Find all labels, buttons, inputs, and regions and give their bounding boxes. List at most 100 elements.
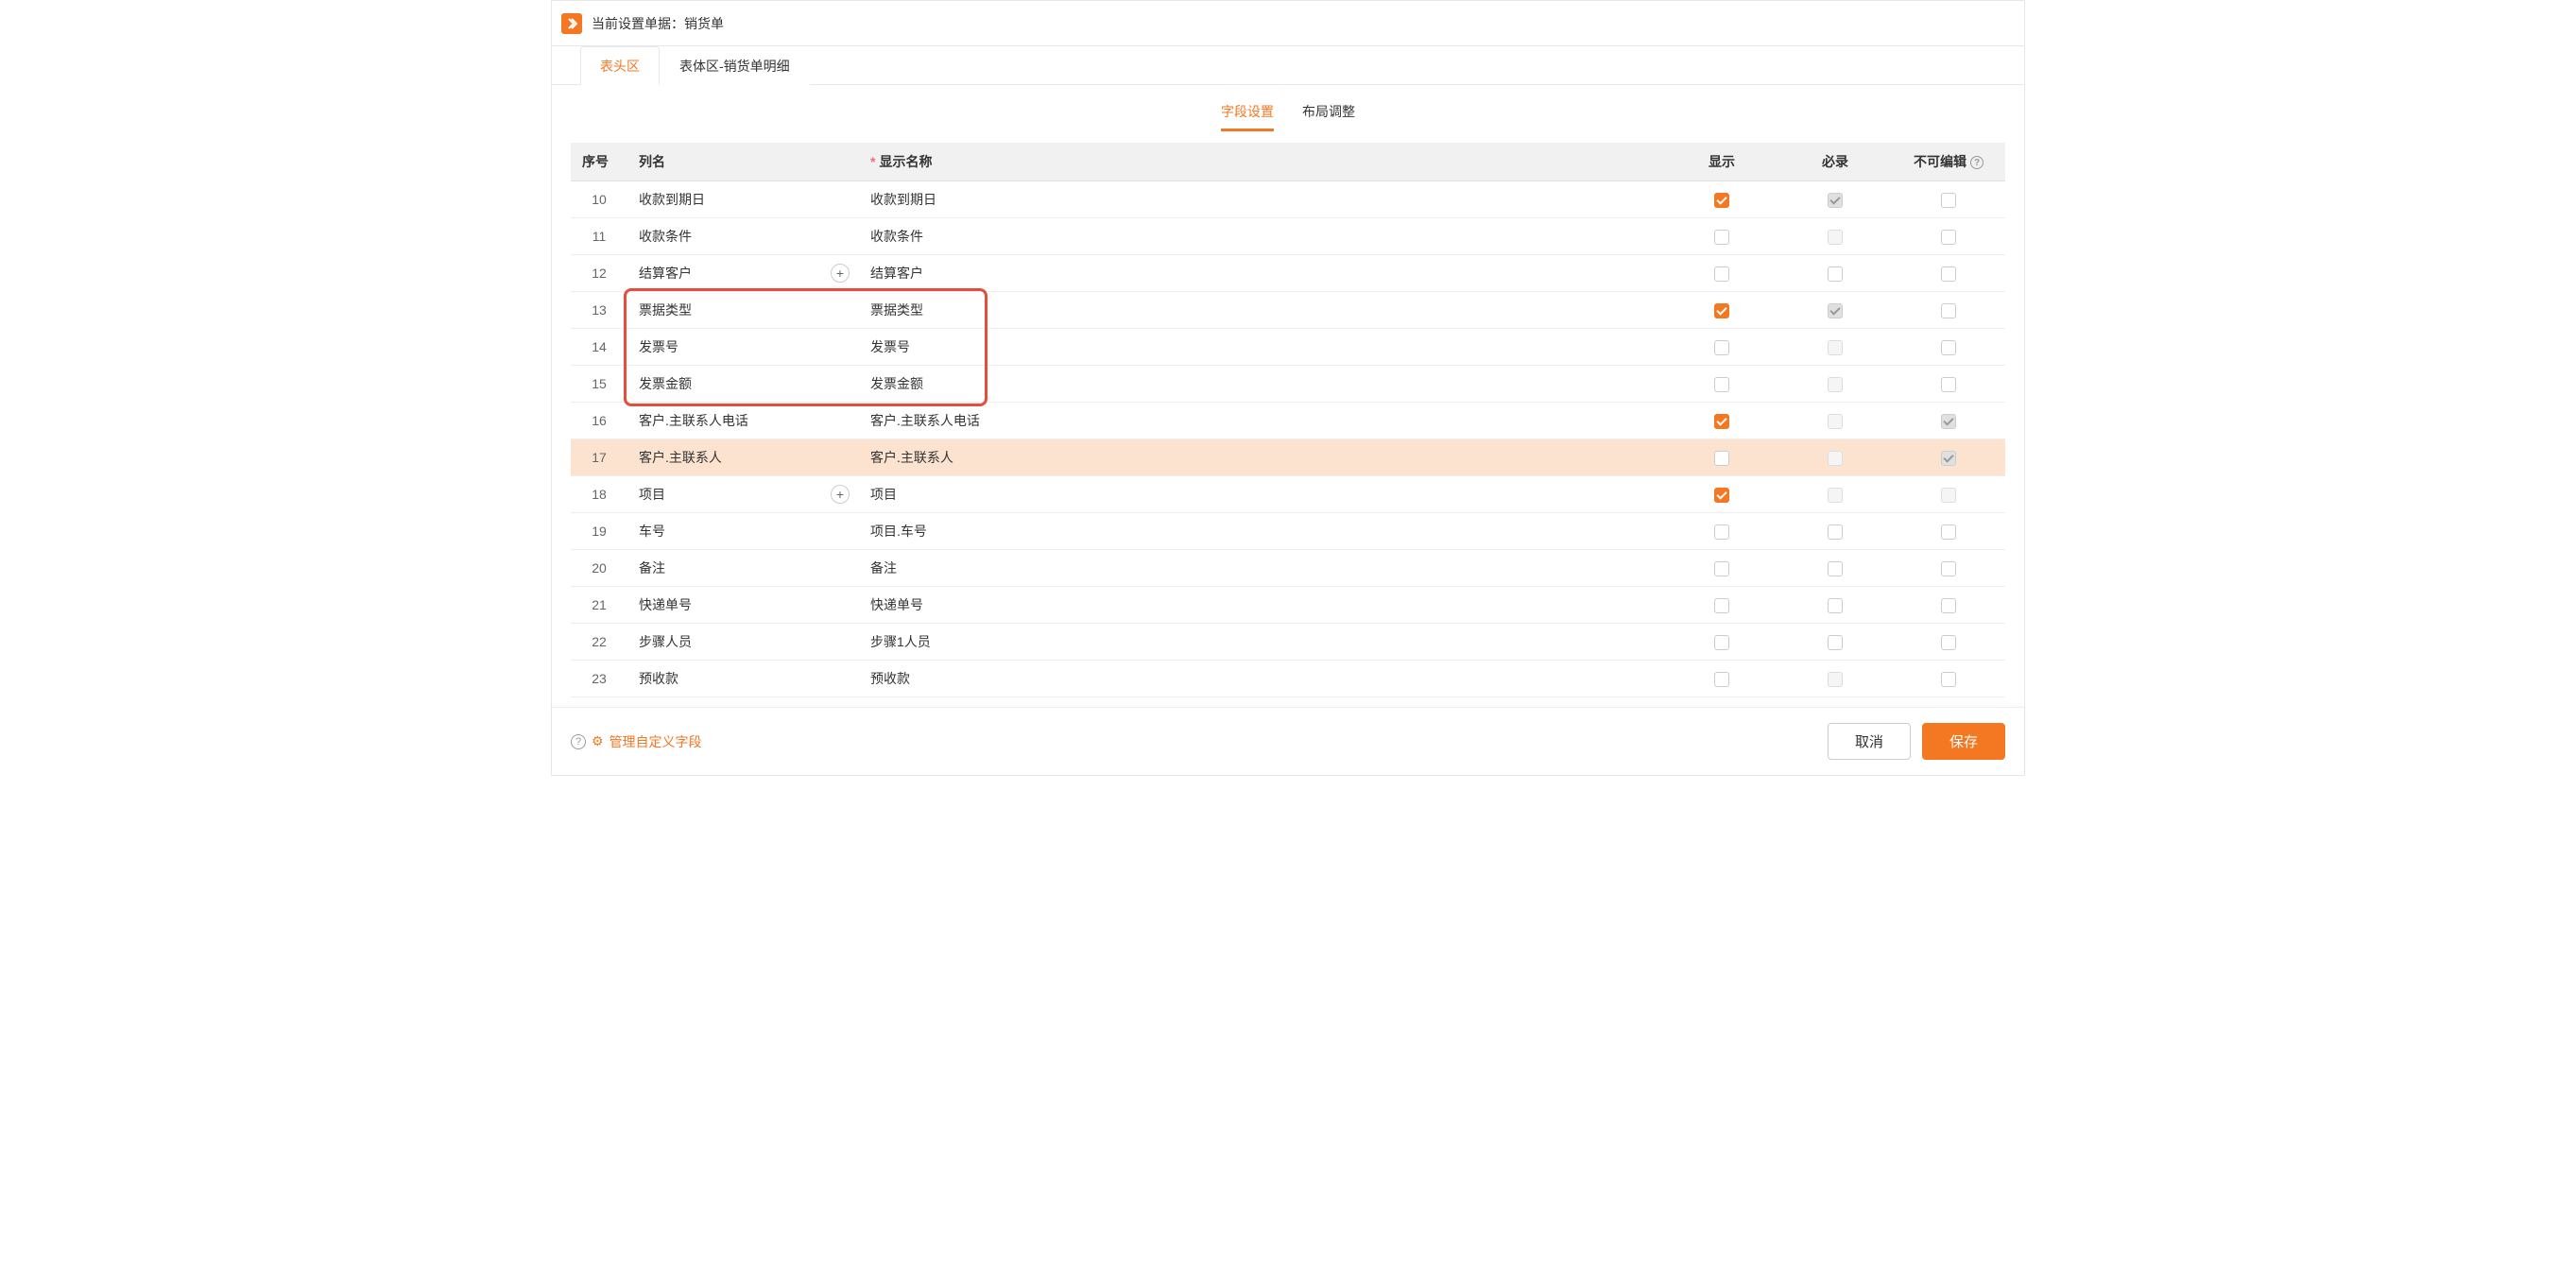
cell-display-name[interactable]: 发票号 bbox=[859, 329, 1665, 366]
sub-tab-1[interactable]: 布局调整 bbox=[1302, 102, 1355, 131]
collapse-toggle-button[interactable] bbox=[561, 13, 582, 34]
required-checkbox[interactable] bbox=[1828, 635, 1843, 650]
add-child-button[interactable]: + bbox=[831, 264, 850, 283]
cell-display-name[interactable]: 客户.主联系人电话 bbox=[859, 403, 1665, 439]
readonly-checkbox[interactable] bbox=[1941, 598, 1956, 613]
cell-required bbox=[1778, 476, 1892, 513]
settings-panel: 当前设置单据：销货单 表头区表体区-销货单明细 字段设置布局调整 序号 列名 *… bbox=[551, 0, 2025, 776]
show-checkbox[interactable] bbox=[1714, 561, 1729, 576]
table-row[interactable]: 10收款到期日收款到期日 bbox=[571, 181, 2005, 218]
cell-seq: 10 bbox=[571, 181, 627, 218]
save-button[interactable]: 保存 bbox=[1922, 723, 2005, 760]
cell-seq: 17 bbox=[571, 439, 627, 476]
cell-required bbox=[1778, 513, 1892, 550]
cell-show bbox=[1665, 587, 1778, 624]
readonly-checkbox[interactable] bbox=[1941, 193, 1956, 208]
cell-readonly bbox=[1892, 292, 2005, 329]
question-icon: ? bbox=[571, 734, 586, 749]
table-row[interactable]: 12结算客户+结算客户 bbox=[571, 255, 2005, 292]
sub-tab-0[interactable]: 字段设置 bbox=[1221, 102, 1274, 131]
cell-required bbox=[1778, 439, 1892, 476]
table-row[interactable]: 23预收款预收款 bbox=[571, 661, 2005, 697]
readonly-checkbox bbox=[1941, 488, 1956, 503]
required-checkbox bbox=[1828, 414, 1843, 429]
table-row[interactable]: 22步骤人员步骤1人员 bbox=[571, 624, 2005, 661]
readonly-checkbox[interactable] bbox=[1941, 561, 1956, 576]
table-row[interactable]: 18项目+项目 bbox=[571, 476, 2005, 513]
readonly-checkbox[interactable] bbox=[1941, 266, 1956, 282]
cell-show bbox=[1665, 329, 1778, 366]
table-row[interactable]: 13票据类型票据类型 bbox=[571, 292, 2005, 329]
cell-name: 发票号 bbox=[627, 329, 859, 366]
table-row[interactable]: 15发票金额发票金额 bbox=[571, 366, 2005, 403]
cell-display-name[interactable]: 快递单号 bbox=[859, 587, 1665, 624]
readonly-checkbox[interactable] bbox=[1941, 230, 1956, 245]
chevron-right-icon bbox=[566, 18, 577, 29]
show-checkbox[interactable] bbox=[1714, 488, 1729, 503]
show-checkbox[interactable] bbox=[1714, 266, 1729, 282]
cell-display-name[interactable]: 票据类型 bbox=[859, 292, 1665, 329]
required-star-icon: * bbox=[870, 154, 875, 169]
manage-custom-fields-link[interactable]: ? ⚙ 管理自定义字段 bbox=[571, 732, 702, 751]
cell-required bbox=[1778, 181, 1892, 218]
add-child-button[interactable]: + bbox=[831, 485, 850, 504]
readonly-checkbox[interactable] bbox=[1941, 340, 1956, 355]
cell-display-name[interactable]: 结算客户 bbox=[859, 255, 1665, 292]
cell-show bbox=[1665, 439, 1778, 476]
cell-show bbox=[1665, 476, 1778, 513]
fields-table: 序号 列名 *显示名称 显示 必录 不可编辑? 10收款到期日收款到期日11收款… bbox=[571, 143, 2005, 697]
main-tab-1[interactable]: 表体区-销货单明细 bbox=[660, 46, 810, 85]
show-checkbox[interactable] bbox=[1714, 193, 1729, 208]
show-checkbox[interactable] bbox=[1714, 230, 1729, 245]
help-icon[interactable]: ? bbox=[1970, 156, 1984, 169]
sub-tabs: 字段设置布局调整 bbox=[552, 85, 2024, 131]
col-header-readonly: 不可编辑? bbox=[1892, 143, 2005, 181]
main-tab-0[interactable]: 表头区 bbox=[580, 46, 660, 85]
cancel-button[interactable]: 取消 bbox=[1828, 723, 1911, 760]
show-checkbox[interactable] bbox=[1714, 635, 1729, 650]
show-checkbox[interactable] bbox=[1714, 451, 1729, 466]
cell-required bbox=[1778, 292, 1892, 329]
readonly-checkbox[interactable] bbox=[1941, 377, 1956, 392]
table-row[interactable]: 14发票号发票号 bbox=[571, 329, 2005, 366]
table-row[interactable]: 16客户.主联系人电话客户.主联系人电话 bbox=[571, 403, 2005, 439]
readonly-checkbox[interactable] bbox=[1941, 524, 1956, 540]
cell-display-name[interactable]: 收款条件 bbox=[859, 218, 1665, 255]
readonly-checkbox[interactable] bbox=[1941, 672, 1956, 687]
table-row[interactable]: 17客户.主联系人客户.主联系人 bbox=[571, 439, 2005, 476]
readonly-checkbox[interactable] bbox=[1941, 635, 1956, 650]
required-checkbox[interactable] bbox=[1828, 561, 1843, 576]
cell-seq: 20 bbox=[571, 550, 627, 587]
cell-display-name[interactable]: 备注 bbox=[859, 550, 1665, 587]
cell-show bbox=[1665, 661, 1778, 697]
show-checkbox[interactable] bbox=[1714, 414, 1729, 429]
cell-display-name[interactable]: 预收款 bbox=[859, 661, 1665, 697]
show-checkbox[interactable] bbox=[1714, 598, 1729, 613]
required-checkbox[interactable] bbox=[1828, 598, 1843, 613]
show-checkbox[interactable] bbox=[1714, 672, 1729, 687]
table-row[interactable]: 11收款条件收款条件 bbox=[571, 218, 2005, 255]
cell-display-name[interactable]: 项目.车号 bbox=[859, 513, 1665, 550]
required-checkbox[interactable] bbox=[1828, 524, 1843, 540]
show-checkbox[interactable] bbox=[1714, 303, 1729, 318]
cell-readonly bbox=[1892, 439, 2005, 476]
show-checkbox[interactable] bbox=[1714, 524, 1729, 540]
show-checkbox[interactable] bbox=[1714, 377, 1729, 392]
required-checkbox bbox=[1828, 377, 1843, 392]
cell-display-name[interactable]: 发票金额 bbox=[859, 366, 1665, 403]
main-tabs: 表头区表体区-销货单明细 bbox=[552, 46, 2024, 85]
required-checkbox[interactable] bbox=[1828, 266, 1843, 282]
cell-seq: 19 bbox=[571, 513, 627, 550]
cell-display-name[interactable]: 项目 bbox=[859, 476, 1665, 513]
show-checkbox[interactable] bbox=[1714, 340, 1729, 355]
table-row[interactable]: 20备注备注 bbox=[571, 550, 2005, 587]
cell-display-name[interactable]: 步骤1人员 bbox=[859, 624, 1665, 661]
cell-display-name[interactable]: 收款到期日 bbox=[859, 181, 1665, 218]
cell-readonly bbox=[1892, 513, 2005, 550]
cell-show bbox=[1665, 255, 1778, 292]
table-row[interactable]: 19车号项目.车号 bbox=[571, 513, 2005, 550]
table-row[interactable]: 21快递单号快递单号 bbox=[571, 587, 2005, 624]
required-checkbox bbox=[1828, 193, 1843, 208]
readonly-checkbox[interactable] bbox=[1941, 303, 1956, 318]
cell-display-name[interactable]: 客户.主联系人 bbox=[859, 439, 1665, 476]
